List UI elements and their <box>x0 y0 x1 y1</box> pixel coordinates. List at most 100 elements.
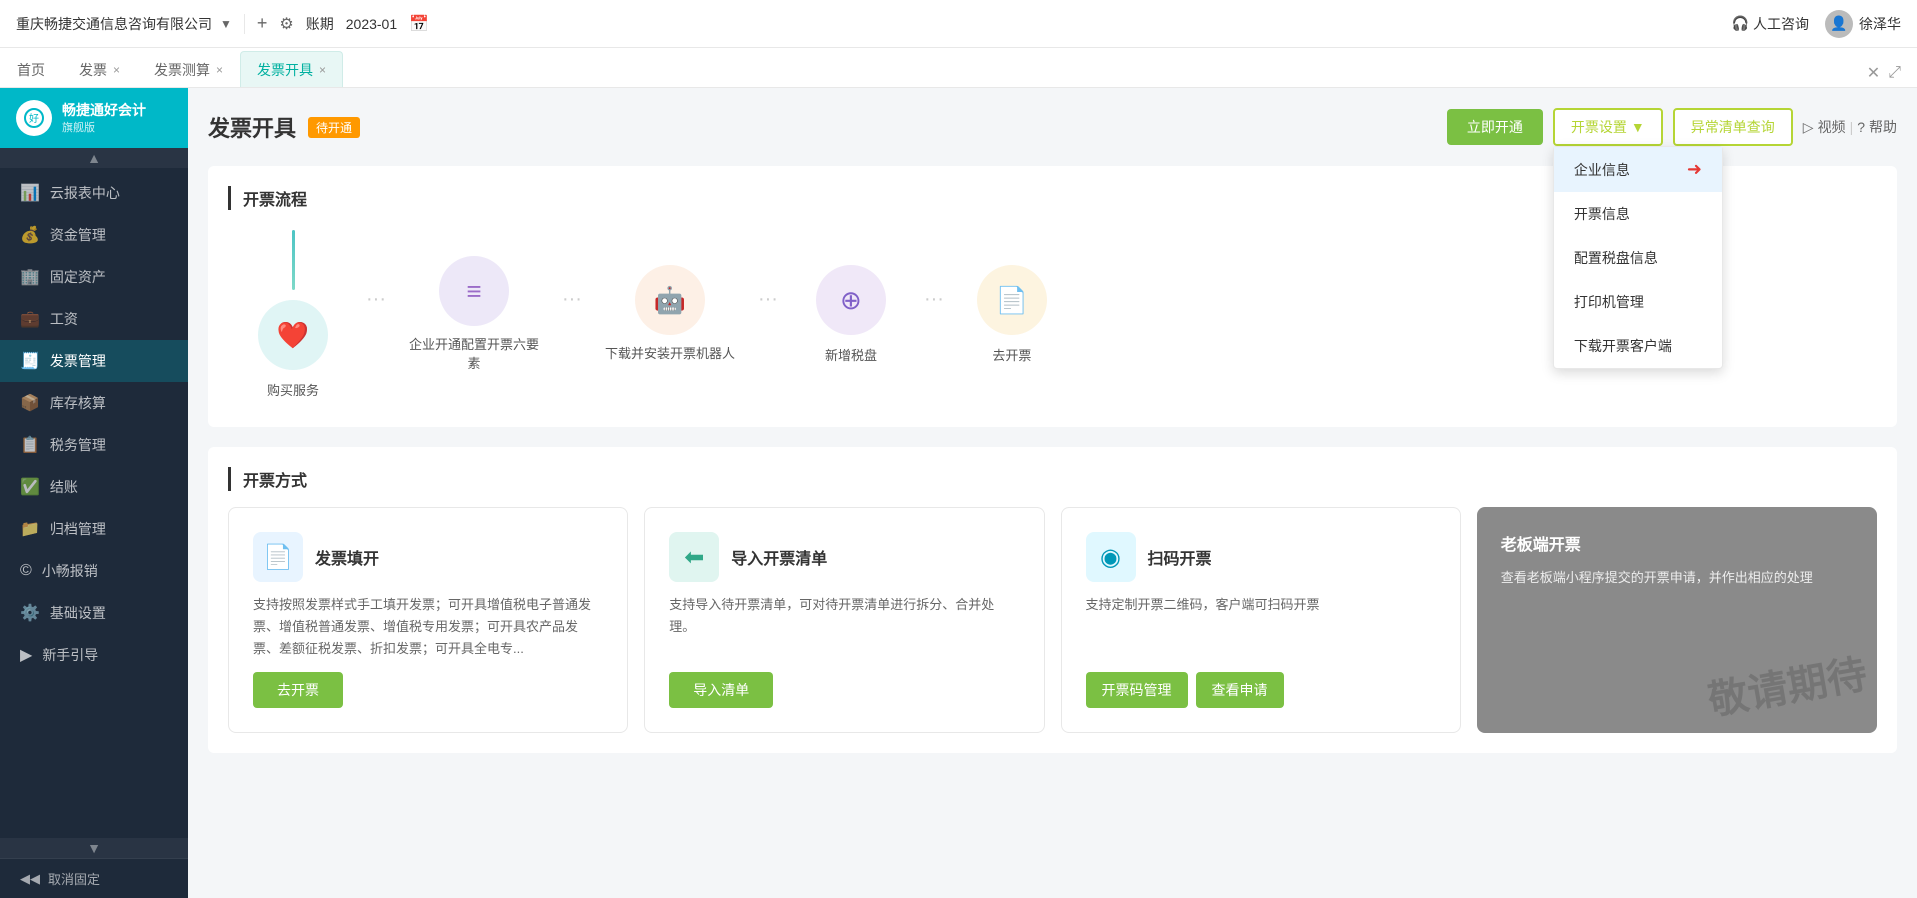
tab-issue-close[interactable]: × <box>319 63 326 77</box>
tab-expand-icon[interactable]: ⤢ <box>1888 64 1901 82</box>
method-scan-btn2[interactable]: 查看申请 <box>1196 672 1284 708</box>
settings-button[interactable]: 开票设置 ▼ <box>1553 108 1663 146</box>
topbar-divider <box>244 14 245 34</box>
sidebar-item-archive-label: 归档管理 <box>50 519 106 539</box>
assets-icon: 🏢 <box>20 267 40 287</box>
tab-calc-close[interactable]: × <box>216 63 223 77</box>
help-circle-icon[interactable]: ? <box>1857 119 1865 135</box>
method-fill-btn[interactable]: 去开票 <box>253 672 343 708</box>
process-arrow-1: ··· <box>366 288 386 341</box>
settings-icon[interactable]: ⚙ <box>279 14 293 34</box>
closing-icon: ✅ <box>20 477 40 497</box>
topbar-right: 🎧 人工咨询 👤 徐泽华 <box>1732 10 1901 38</box>
sidebar-item-capital-label: 资金管理 <box>50 225 106 245</box>
company-name: 重庆畅捷交通信息咨询有限公司 <box>16 14 212 34</box>
method-fill-icon: 📄 <box>253 532 303 582</box>
step5-icon: 📄 <box>977 265 1047 335</box>
dropdown-item-company[interactable]: 企业信息 ➜ <box>1554 147 1722 192</box>
logo-icon: 好 <box>16 100 52 136</box>
process-arrow-3: ··· <box>758 288 778 341</box>
sidebar-item-expense[interactable]: © 小畅报销 <box>0 550 188 592</box>
process-step-4: ⊕ 新增税盘 <box>786 265 916 364</box>
tab-calc-label: 发票测算 <box>154 60 210 80</box>
calendar-icon[interactable]: 📅 <box>409 14 429 34</box>
tab-close-all-icon[interactable]: ✕ <box>1867 63 1880 83</box>
method-import-title: 导入开票清单 <box>731 545 827 569</box>
method-card-fill: 📄 发票填开 支持按照发票样式手工填开发票；可开具增值税电子普通发票、增值税普通… <box>228 507 628 733</box>
step2-icon: ≡ <box>439 256 509 326</box>
sidebar-item-closing[interactable]: ✅ 结账 <box>0 466 188 508</box>
sidebar-item-invoice[interactable]: 🧾 发票管理 <box>0 340 188 382</box>
tab-issue[interactable]: 发票开具 × <box>240 51 343 87</box>
settings-button-wrapper: 开票设置 ▼ 企业信息 ➜ 开票信息 配置税盘信息 <box>1553 108 1663 146</box>
sidebar-item-salary[interactable]: 💼 工资 <box>0 298 188 340</box>
svg-text:好: 好 <box>29 113 39 125</box>
video-help-group: ▷ 视频 | ? 帮助 <box>1803 117 1897 137</box>
tab-invoice[interactable]: 发票 × <box>62 51 137 87</box>
tax-icon: 📋 <box>20 435 40 455</box>
user-info[interactable]: 👤 徐泽华 <box>1825 10 1901 38</box>
sidebar-item-inventory[interactable]: 📦 库存核算 <box>0 382 188 424</box>
separator: | <box>1850 119 1854 135</box>
add-icon[interactable]: + <box>257 13 268 34</box>
dropdown-taxdisk-label: 配置税盘信息 <box>1574 250 1658 266</box>
step4-label: 新增税盘 <box>825 345 877 364</box>
tab-calc[interactable]: 发票测算 × <box>137 51 240 87</box>
tab-invoice-label: 发票 <box>79 60 107 80</box>
abnormal-button[interactable]: 异常清单查询 <box>1673 108 1793 146</box>
process-arrow-4: ··· <box>924 288 944 341</box>
header-actions: 立即开通 开票设置 ▼ 企业信息 ➜ 开票信息 <box>1447 108 1897 146</box>
dropdown-printer-label: 打印机管理 <box>1574 294 1644 310</box>
sidebar-item-reports-label: 云报表中心 <box>50 183 120 203</box>
activate-button[interactable]: 立即开通 <box>1447 109 1543 145</box>
method-import-header: ⬅ 导入开票清单 <box>669 532 1019 582</box>
process-arrow-2: ··· <box>562 288 582 341</box>
sidebar-item-capital[interactable]: 💰 资金管理 <box>0 214 188 256</box>
sidebar-item-assets[interactable]: 🏢 固定资产 <box>0 256 188 298</box>
sidebar-item-archive[interactable]: 📁 归档管理 <box>0 508 188 550</box>
consult-button[interactable]: 🎧 人工咨询 <box>1732 14 1809 34</box>
sidebar-scroll-up[interactable]: ▲ <box>0 148 188 168</box>
boss-card-title: 老板端开票 <box>1501 531 1853 555</box>
method-import-icon: ⬅ <box>669 532 719 582</box>
process-step-2: ≡ 企业开通配置开票六要素 <box>394 256 554 372</box>
sidebar-item-guide[interactable]: ▶ 新手引导 <box>0 634 188 676</box>
company-dropdown-icon[interactable]: ▼ <box>220 17 232 31</box>
headset-icon: 🎧 <box>1732 15 1749 32</box>
sidebar-footer-label: 取消固定 <box>48 869 100 888</box>
step2-label: 企业开通配置开票六要素 <box>409 336 539 372</box>
play-icon[interactable]: ▷ <box>1803 119 1814 136</box>
logo-subtitle: 旗舰版 <box>62 119 146 135</box>
dropdown-item-download[interactable]: 下载开票客户端 <box>1554 324 1722 368</box>
content-area: 发票开具 待开通 立即开通 开票设置 ▼ 企业信息 ➜ <box>188 88 1917 898</box>
method-fill-desc: 支持按照发票样式手工填开发票；可开具增值税电子普通发票、增值税普通发票、增值税专… <box>253 594 603 660</box>
step1-label: 购买服务 <box>267 380 319 399</box>
dropdown-item-printer[interactable]: 打印机管理 <box>1554 280 1722 324</box>
dropdown-item-invoice-info[interactable]: 开票信息 <box>1554 192 1722 236</box>
sidebar-item-expense-label: 小畅报销 <box>42 561 98 581</box>
sidebar-item-assets-label: 固定资产 <box>50 267 106 287</box>
process-step-3: 🤖 下载并安装开票机器人 <box>590 265 750 363</box>
method-scan-icon: ◉ <box>1086 532 1136 582</box>
invoice-menu-icon: 🧾 <box>20 351 40 371</box>
user-name: 徐泽华 <box>1859 14 1901 34</box>
help-label: 帮助 <box>1869 117 1897 137</box>
inventory-icon: 📦 <box>20 393 40 413</box>
sidebar-scroll-down[interactable]: ▼ <box>0 838 188 858</box>
company-selector[interactable]: 重庆畅捷交通信息咨询有限公司 ▼ <box>16 14 232 34</box>
capital-icon: 💰 <box>20 225 40 245</box>
tab-home[interactable]: 首页 <box>0 51 62 87</box>
dropdown-item-taxdisk[interactable]: 配置税盘信息 <box>1554 236 1722 280</box>
sidebar-item-reports[interactable]: 📊 云报表中心 <box>0 172 188 214</box>
sidebar-footer-pin[interactable]: ◀◀ 取消固定 <box>0 858 188 898</box>
tab-issue-label: 发票开具 <box>257 60 313 80</box>
method-import-btn[interactable]: 导入清单 <box>669 672 773 708</box>
period-value: 2023-01 <box>346 16 397 32</box>
sidebar-item-tax[interactable]: 📋 税务管理 <box>0 424 188 466</box>
method-scan-btn1[interactable]: 开票码管理 <box>1086 672 1188 708</box>
status-badge: 待开通 <box>308 117 360 138</box>
sidebar-item-settings[interactable]: ⚙️ 基础设置 <box>0 592 188 634</box>
salary-icon: 💼 <box>20 309 40 329</box>
step5-label: 去开票 <box>992 345 1031 364</box>
tab-invoice-close[interactable]: × <box>113 63 120 77</box>
